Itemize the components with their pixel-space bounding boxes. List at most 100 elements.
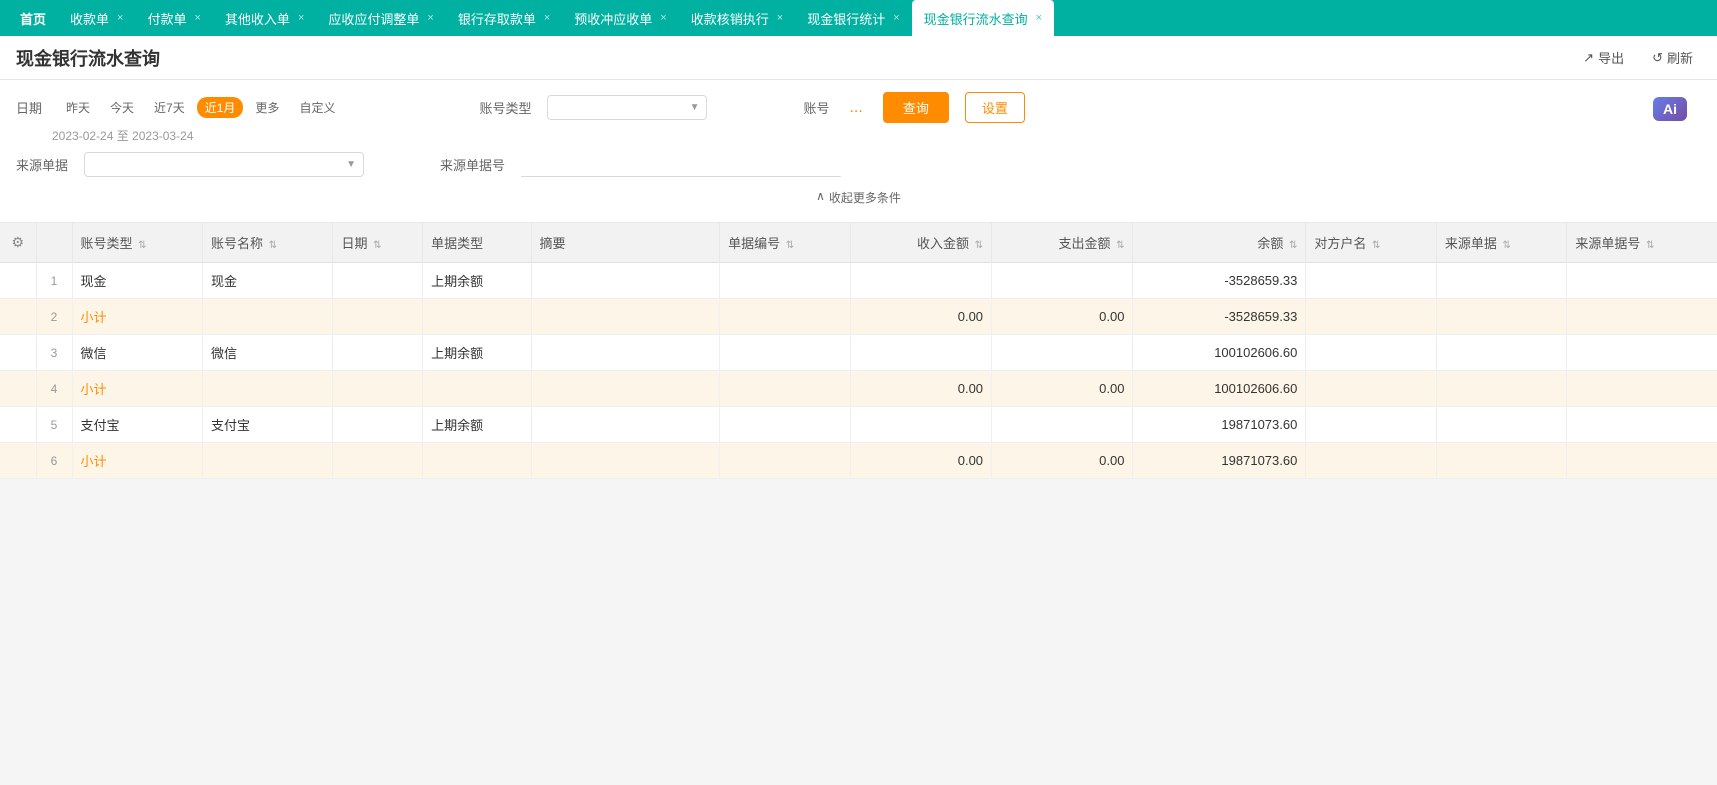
- cell-summary: [531, 371, 720, 407]
- nav-item-bank-flow[interactable]: 现金银行流水查询 ×: [912, 0, 1054, 36]
- collapse-bar[interactable]: ∧ 收起更多条件: [16, 185, 1701, 210]
- nav-label-ap-adjust: 应收应付调整单: [328, 9, 419, 28]
- date-option-more[interactable]: 更多: [247, 97, 287, 118]
- nav-close-writeoff[interactable]: ×: [777, 12, 783, 24]
- sort-source-doc-icon: ⇅: [1502, 240, 1510, 251]
- col-doc-number[interactable]: 单据编号 ⇅: [720, 223, 850, 263]
- cell-source-doc-num: [1567, 263, 1717, 299]
- page-title: 现金银行流水查询: [16, 45, 160, 71]
- nav-close-other-income[interactable]: ×: [298, 12, 304, 24]
- query-button[interactable]: 查询: [883, 92, 949, 123]
- col-settings: ⚙: [0, 223, 36, 263]
- nav-item-payment[interactable]: 付款单 ×: [135, 0, 212, 36]
- nav-item-advance-offset[interactable]: 预收冲应收单 ×: [562, 0, 678, 36]
- cell-balance: 19871073.60: [1133, 443, 1306, 479]
- ai-badge[interactable]: Ai: [1653, 97, 1687, 121]
- cell-index: 4: [36, 371, 72, 407]
- cell-account-type: 小计: [72, 299, 202, 335]
- col-income[interactable]: 收入金额 ⇅: [850, 223, 991, 263]
- cell-balance: -3528659.33: [1133, 299, 1306, 335]
- cell-index: 2: [36, 299, 72, 335]
- date-option-1month[interactable]: 近1月: [197, 97, 244, 118]
- date-option-today[interactable]: 今天: [102, 97, 142, 118]
- source-doc-num-label: 来源单据号: [440, 155, 505, 174]
- nav-item-other-income[interactable]: 其他收入单 ×: [213, 0, 316, 36]
- nav-close-bank-deposit[interactable]: ×: [544, 12, 550, 24]
- date-option-yesterday[interactable]: 昨天: [58, 97, 98, 118]
- cell-doc-number: [720, 443, 850, 479]
- cell-account-name: [202, 299, 332, 335]
- nav-item-ap-adjust[interactable]: 应收应付调整单 ×: [316, 0, 445, 36]
- filter-row-2: 来源单据 ▼ 来源单据号: [16, 152, 1701, 177]
- nav-close-ap-adjust[interactable]: ×: [427, 12, 433, 24]
- nav-item-receipt[interactable]: 收款单 ×: [58, 0, 135, 36]
- nav-label-writeoff: 收款核销执行: [691, 9, 769, 28]
- source-doc-label: 来源单据: [16, 155, 68, 174]
- nav-label-advance-offset: 预收冲应收单: [574, 9, 652, 28]
- col-account-name[interactable]: 账号名称 ⇅: [202, 223, 332, 263]
- account-dots-button[interactable]: ...: [845, 99, 866, 117]
- col-account-type[interactable]: 账号类型 ⇅: [72, 223, 202, 263]
- cell-balance: 100102606.60: [1133, 335, 1306, 371]
- export-button[interactable]: ↗ 导出: [1575, 44, 1632, 71]
- source-doc-select[interactable]: [84, 152, 364, 177]
- cell-expense: 0.00: [992, 371, 1133, 407]
- cell-index: 5: [36, 407, 72, 443]
- col-balance[interactable]: 余额 ⇅: [1133, 223, 1306, 263]
- source-doc-num-input[interactable]: [521, 153, 841, 177]
- col-summary-label: 摘要: [540, 236, 566, 251]
- sort-balance-icon: ⇅: [1289, 240, 1297, 251]
- nav-close-advance-offset[interactable]: ×: [660, 12, 666, 24]
- cell-account-name: 微信: [202, 335, 332, 371]
- col-date[interactable]: 日期 ⇅: [333, 223, 423, 263]
- table-row: 2小计0.000.00-3528659.33: [0, 299, 1717, 335]
- cell-income: 0.00: [850, 443, 991, 479]
- cell-source-doc: [1436, 335, 1566, 371]
- main-table: ⚙ 账号类型 ⇅ 账号名称 ⇅ 日期 ⇅ 单据类型: [0, 223, 1717, 479]
- cell-counterparty: [1306, 335, 1436, 371]
- nav-close-bank-flow[interactable]: ×: [1036, 12, 1042, 24]
- nav-close-bank-stat[interactable]: ×: [893, 12, 899, 24]
- col-counterparty[interactable]: 对方户名 ⇅: [1306, 223, 1436, 263]
- collapse-label: 收起更多条件: [829, 189, 901, 206]
- table-body: 1现金现金上期余额-3528659.332小计0.000.00-3528659.…: [0, 263, 1717, 479]
- account-type-select-wrapper: 现金 微信 支付宝 ▼: [547, 95, 707, 120]
- cell-doc-type: [423, 443, 531, 479]
- cell-summary: [531, 443, 720, 479]
- col-source-doc[interactable]: 来源单据 ⇅: [1436, 223, 1566, 263]
- settings-button[interactable]: 设置: [965, 92, 1025, 123]
- cell-source-doc-num: [1567, 443, 1717, 479]
- cell-doc-number: [720, 263, 850, 299]
- cell-account-name: [202, 443, 332, 479]
- cell-doc-number: [720, 371, 850, 407]
- page-header: 现金银行流水查询 ↗ 导出 ↺ 刷新: [0, 36, 1717, 80]
- cell-account-type: 微信: [72, 335, 202, 371]
- table-row: 6小计0.000.0019871073.60: [0, 443, 1717, 479]
- refresh-button[interactable]: ↺ 刷新: [1644, 44, 1701, 71]
- nav-item-bank-deposit[interactable]: 银行存取款单 ×: [446, 0, 562, 36]
- date-option-7days[interactable]: 近7天: [146, 97, 193, 118]
- cell-expense: 0.00: [992, 443, 1133, 479]
- nav-close-payment[interactable]: ×: [194, 12, 200, 24]
- cell-doc-type: [423, 299, 531, 335]
- table-header-row: ⚙ 账号类型 ⇅ 账号名称 ⇅ 日期 ⇅ 单据类型: [0, 223, 1717, 263]
- sort-account-name-icon: ⇅: [269, 240, 277, 251]
- col-expense[interactable]: 支出金额 ⇅: [992, 223, 1133, 263]
- col-source-doc-num[interactable]: 来源单据号 ⇅: [1567, 223, 1717, 263]
- date-option-custom[interactable]: 自定义: [291, 97, 343, 118]
- nav-item-home[interactable]: 首页: [8, 0, 58, 36]
- nav-item-bank-stat[interactable]: 现金银行统计 ×: [795, 0, 911, 36]
- filter-row-1: 日期 昨天 今天 近7天 近1月 更多 自定义 账号类型 现金 微信 支付宝 ▼…: [16, 92, 1701, 123]
- table-gear-icon[interactable]: ⚙: [11, 234, 24, 250]
- cell-income: [850, 407, 991, 443]
- cell-account-type: 现金: [72, 263, 202, 299]
- col-doc-type-label: 单据类型: [431, 236, 483, 251]
- table-container: ⚙ 账号类型 ⇅ 账号名称 ⇅ 日期 ⇅ 单据类型: [0, 223, 1717, 479]
- account-type-select[interactable]: 现金 微信 支付宝: [547, 95, 707, 120]
- sort-date-icon: ⇅: [373, 240, 381, 251]
- nav-item-writeoff[interactable]: 收款核销执行 ×: [679, 0, 795, 36]
- sort-income-icon: ⇅: [975, 240, 983, 251]
- nav-close-receipt[interactable]: ×: [117, 12, 123, 24]
- cell-check: [0, 299, 36, 335]
- col-balance-label: 余额: [1257, 236, 1283, 251]
